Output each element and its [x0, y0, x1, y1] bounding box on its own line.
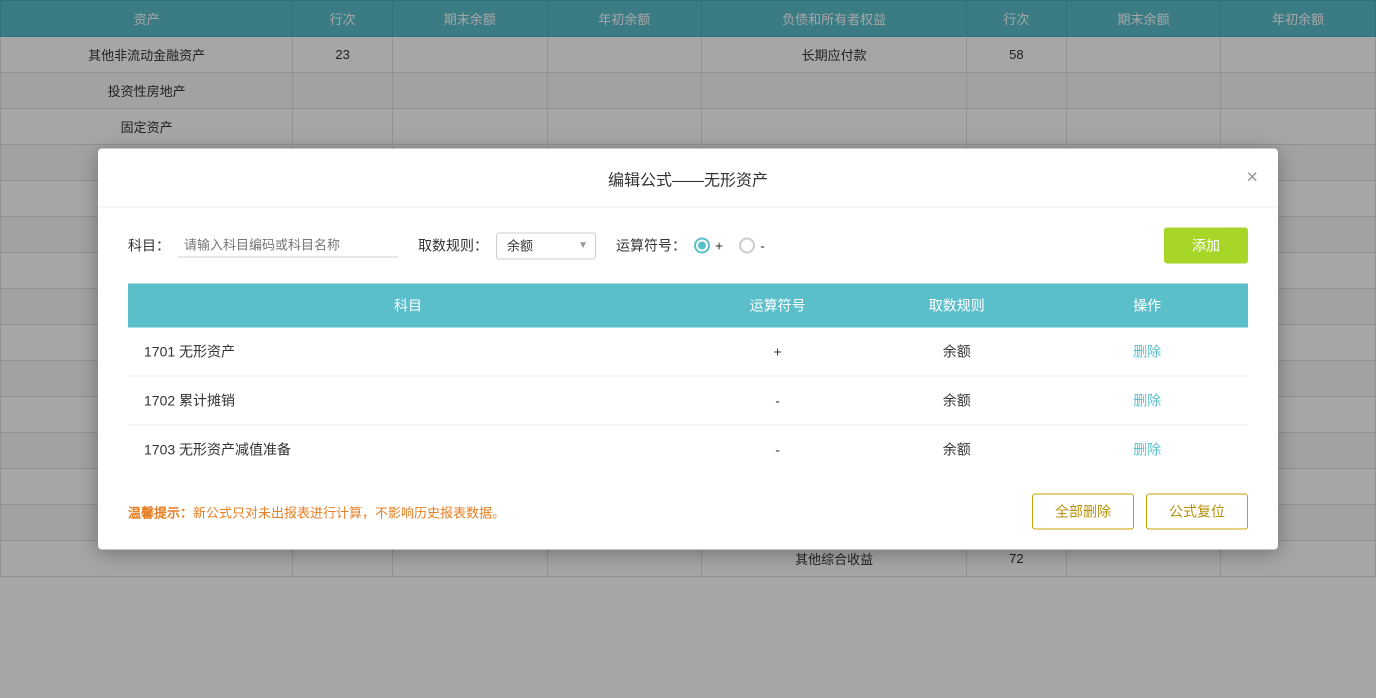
row-action-cell: 删除	[1046, 376, 1248, 425]
operator-group: 运算符号： + -	[616, 236, 765, 256]
modal-table-th: 运算符号	[688, 284, 867, 328]
row-subject: 1701 无形资产	[128, 328, 688, 377]
subject-label: 科目：	[128, 236, 170, 256]
row-operator: -	[688, 425, 867, 474]
row-action-cell: 删除	[1046, 328, 1248, 377]
delete-row-1-button[interactable]: 删除	[1133, 391, 1161, 411]
delete-row-0-button[interactable]: 删除	[1133, 342, 1161, 362]
modal-dialog: 编辑公式——无形资产 × 科目： 取数规则： 余额 借方 贷方 ▼ 运算符号：	[98, 149, 1278, 550]
rule-label: 取数规则：	[418, 236, 488, 256]
modal-table-row: 1703 无形资产减值准备-余额 删除	[128, 425, 1248, 474]
row-operator: +	[688, 328, 867, 377]
radio-circle-minus	[739, 238, 755, 254]
delete-all-button[interactable]: 全部删除	[1032, 494, 1134, 530]
modal-table-header-row: 科目运算符号取数规则操作	[128, 284, 1248, 328]
modal-table: 科目运算符号取数规则操作 1701 无形资产+余额删除1702 累计摊销-余额删…	[128, 284, 1248, 474]
modal-header: 编辑公式——无形资产 ×	[98, 149, 1278, 208]
rule-select[interactable]: 余额 借方 贷方	[496, 232, 596, 259]
operator-minus-label: -	[760, 238, 765, 254]
modal-title: 编辑公式——无形资产	[608, 167, 768, 191]
row-rule: 余额	[867, 328, 1046, 377]
row-action-cell: 删除	[1046, 425, 1248, 474]
operator-plus-label: +	[715, 238, 723, 254]
modal-table-wrapper: 科目运算符号取数规则操作 1701 无形资产+余额删除1702 累计摊销-余额删…	[98, 284, 1278, 474]
row-rule: 余额	[867, 425, 1046, 474]
footer-hint: 温馨提示：新公式只对未出报表进行计算，不影响历史报表数据。	[128, 502, 505, 521]
hint-text: 新公式只对未出报表进行计算，不影响历史报表数据。	[193, 505, 505, 520]
subject-input[interactable]	[178, 234, 398, 258]
modal-table-row: 1702 累计摊销-余额 删除	[128, 376, 1248, 425]
modal-table-body: 1701 无形资产+余额删除1702 累计摊销-余额删除1703 无形资产减值准…	[128, 328, 1248, 474]
radio-circle-plus	[694, 238, 710, 254]
operator-plus-radio[interactable]: +	[694, 238, 723, 254]
modal-table-th: 科目	[128, 284, 688, 328]
reset-formula-button[interactable]: 公式复位	[1146, 494, 1248, 530]
modal-close-button[interactable]: ×	[1246, 168, 1258, 188]
modal-table-row: 1701 无形资产+余额 删除	[128, 328, 1248, 377]
rule-select-wrapper: 余额 借方 贷方 ▼	[496, 232, 596, 259]
modal-table-th: 操作	[1046, 284, 1248, 328]
modal-table-th: 取数规则	[867, 284, 1046, 328]
hint-prefix: 温馨提示：	[128, 505, 193, 520]
operator-label: 运算符号：	[616, 236, 686, 256]
footer-buttons: 全部删除 公式复位	[1032, 494, 1248, 530]
modal-footer: 温馨提示：新公式只对未出报表进行计算，不影响历史报表数据。 全部删除 公式复位	[98, 474, 1278, 530]
rule-group: 取数规则： 余额 借方 贷方 ▼	[418, 232, 596, 259]
row-operator: -	[688, 376, 867, 425]
add-button[interactable]: 添加	[1164, 228, 1248, 264]
operator-minus-radio[interactable]: -	[739, 238, 765, 254]
row-subject: 1702 累计摊销	[128, 376, 688, 425]
row-rule: 余额	[867, 376, 1046, 425]
operator-radio-group: + -	[694, 238, 765, 254]
delete-row-2-button[interactable]: 删除	[1133, 440, 1161, 460]
subject-group: 科目：	[128, 234, 398, 258]
form-row: 科目： 取数规则： 余额 借方 贷方 ▼ 运算符号： +	[98, 208, 1278, 284]
row-subject: 1703 无形资产减值准备	[128, 425, 688, 474]
